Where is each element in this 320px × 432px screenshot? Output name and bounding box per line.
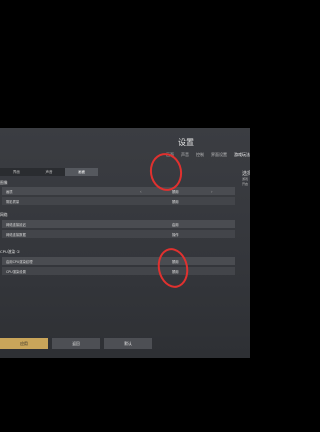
reset-button[interactable]: 默认 — [104, 338, 152, 349]
setting-value: 禁用 — [172, 199, 179, 204]
tab-interface[interactable]: 界面设置 — [211, 152, 227, 158]
back-button[interactable]: 返回 — [52, 338, 100, 349]
setting-row-network-latency[interactable]: 网络连接延迟 启用 — [2, 220, 235, 228]
setting-label: 启用CPU渲染纹理 — [6, 259, 33, 264]
subtab-sound[interactable]: 声音 — [33, 168, 66, 176]
section-cpu-title: CPU渲染 ① — [0, 249, 20, 254]
setting-label: CPU渲染设置 — [6, 269, 26, 274]
section-graphics-title: 图像 — [0, 180, 8, 185]
right-info-column: 选择 游戏 开启 — [242, 172, 250, 187]
top-tabs: 画面 声音 控制 界面设置 游戏玩法 — [166, 152, 250, 158]
section-network-title: 网络 — [0, 212, 8, 217]
tab-gameplay[interactable]: 游戏玩法 — [234, 152, 250, 158]
setting-row-cpu-texture[interactable]: 启用CPU渲染纹理 禁用 — [2, 257, 235, 265]
chevron-left-icon[interactable]: ‹ — [140, 189, 142, 194]
setting-row-network-data[interactable]: 网络连接数据 操作 — [2, 230, 235, 238]
subtab-display[interactable]: 画面 — [65, 168, 99, 176]
top-bar: 设置 画面 声音 控制 界面设置 游戏玩法 — [0, 128, 250, 158]
setting-label: 网络连接数据 — [6, 232, 26, 237]
setting-value: 操作 — [172, 232, 179, 237]
settings-panel: 设置 画面 声音 控制 界面设置 游戏玩法 界面 声音 画面 图像 画质 ‹ 禁… — [0, 128, 250, 358]
subtab-interface[interactable]: 界面 — [0, 168, 33, 176]
setting-row-cpu-render[interactable]: CPU渲染设置 禁用 — [2, 267, 235, 275]
setting-row-shadow[interactable]: 阴影质量 禁用 — [2, 197, 235, 205]
red-annotation-circle — [154, 245, 192, 291]
bottom-bar: 应用 返回 默认 — [0, 338, 250, 352]
chevron-right-icon[interactable]: › — [211, 189, 213, 194]
tab-sound[interactable]: 声音 — [181, 152, 189, 158]
sub-tabs: 界面 声音 画面 — [0, 168, 99, 176]
setting-label: 阴影质量 — [6, 199, 20, 204]
apply-button[interactable]: 应用 — [0, 338, 48, 349]
right-column-line: 开启 — [242, 182, 249, 186]
setting-label: 网络连接延迟 — [6, 222, 26, 227]
tab-controls[interactable]: 控制 — [196, 152, 204, 158]
setting-value: 启用 — [172, 222, 179, 227]
page-title: 设置 — [178, 138, 194, 147]
setting-row-quality[interactable]: 画质 ‹ 禁用 › — [2, 187, 235, 195]
setting-label: 画质 — [6, 189, 13, 194]
